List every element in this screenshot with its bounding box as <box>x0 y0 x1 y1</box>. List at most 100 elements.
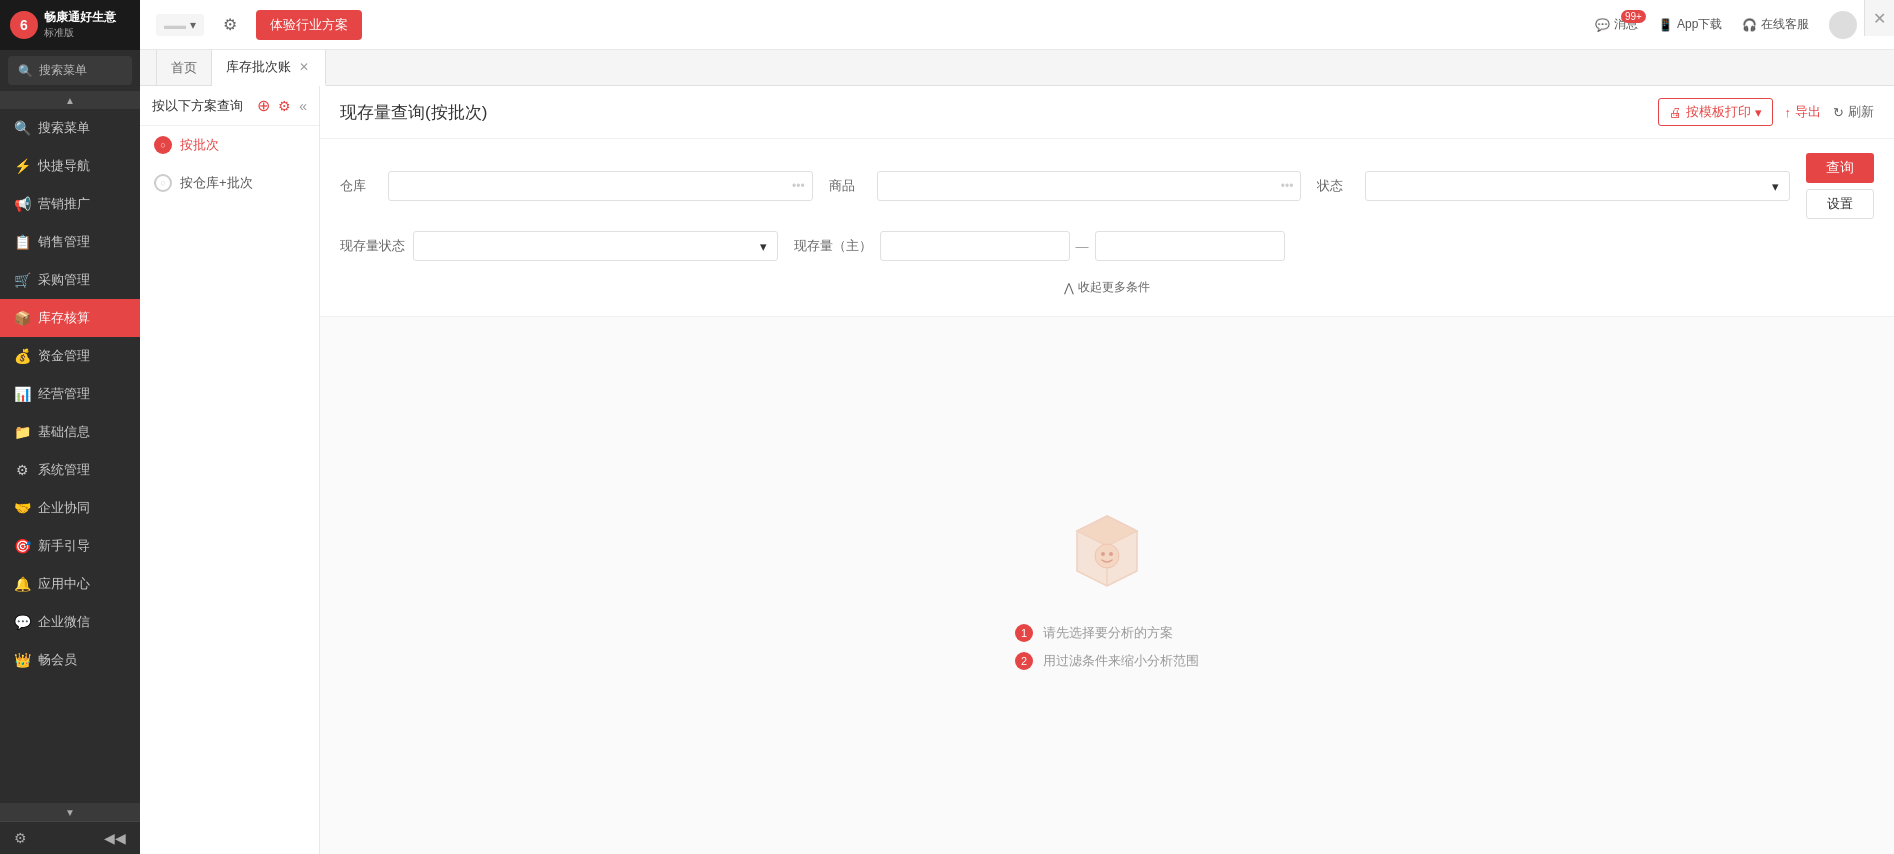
dropdown-placeholder: ▬▬ <box>164 19 186 31</box>
collapse-icon[interactable]: ◀◀ <box>104 830 126 846</box>
tab-库存批次账[interactable]: 库存批次账✕ <box>212 50 326 86</box>
collapse-btn[interactable]: ⋀ 收起更多条件 <box>1064 279 1150 296</box>
nav-label: 资金管理 <box>38 347 90 365</box>
nav-label: 基础信息 <box>38 423 90 441</box>
refresh-label: 刷新 <box>1848 103 1874 121</box>
scroll-up-arrow[interactable]: ▲ <box>0 91 140 109</box>
gear-icon: ⚙ <box>223 15 237 34</box>
stock-quantity-max[interactable] <box>1095 231 1285 261</box>
app-download-label: App下载 <box>1677 16 1722 33</box>
sidebar-item-新手引导[interactable]: 🎯 新手引导 <box>0 527 140 565</box>
step-1-text: 请先选择要分析的方案 <box>1043 624 1173 642</box>
nav-label: 系统管理 <box>38 461 90 479</box>
print-btn[interactable]: 🖨 按模板打印 ▾ <box>1658 98 1773 126</box>
topbar: ▬▬ ▾ ⚙ 体验行业方案 💬 消息 99+ 📱 App下载 🎧 在线客服 <box>140 0 1894 50</box>
step-2-text: 用过滤条件来缩小分析范围 <box>1043 652 1199 670</box>
sidebar-search[interactable]: 🔍 搜索菜单 <box>8 56 132 85</box>
sidebar-item-营销推广[interactable]: 📢 营销推广 <box>0 185 140 223</box>
nav-icon: 💰 <box>14 348 30 364</box>
nav-label: 采购管理 <box>38 271 90 289</box>
sidebar-item-基础信息[interactable]: 📁 基础信息 <box>0 413 140 451</box>
refresh-btn[interactable]: ↻ 刷新 <box>1833 103 1874 121</box>
message-badge: 99+ <box>1621 10 1646 23</box>
left-panel-actions: ⊕ ⚙ « <box>257 96 307 115</box>
settings-icon[interactable]: ⚙ <box>14 830 27 846</box>
sidebar-item-应用中心[interactable]: 🔔 应用中心 <box>0 565 140 603</box>
left-panel-title: 按以下方案查询 <box>152 97 243 115</box>
svg-point-5 <box>1109 552 1113 556</box>
nav-label: 快捷导航 <box>38 157 90 175</box>
chevron-down-icon: ▾ <box>1772 179 1779 194</box>
chevron-down-icon: ▾ <box>190 18 196 32</box>
stock-status-label: 现存量状态 <box>340 237 405 255</box>
nav-icon: 📁 <box>14 424 30 440</box>
product-input[interactable] <box>877 171 1302 201</box>
scroll-down-arrow[interactable]: ▼ <box>0 803 140 821</box>
nav-label: 应用中心 <box>38 575 90 593</box>
phone-icon: 📱 <box>1658 18 1673 32</box>
warehouse-input[interactable] <box>388 171 813 201</box>
sidebar-item-资金管理[interactable]: 💰 资金管理 <box>0 337 140 375</box>
plan-item-按批次[interactable]: ○ 按批次 <box>140 126 319 164</box>
sidebar-item-库存核算[interactable]: 📦 库存核算 <box>0 299 140 337</box>
settings-btn[interactable]: 设置 <box>1806 189 1874 219</box>
sidebar-item-企业微信[interactable]: 💬 企业微信 <box>0 603 140 641</box>
online-service-btn[interactable]: 🎧 在线客服 <box>1742 16 1809 33</box>
page-header-actions: 🖨 按模板打印 ▾ ↑ 导出 ↻ 刷新 <box>1658 98 1875 126</box>
sidebar-item-企业协同[interactable]: 🤝 企业协同 <box>0 489 140 527</box>
page-title: 现存量查询(按批次) <box>340 101 487 124</box>
topbar-dropdown[interactable]: ▬▬ ▾ <box>156 14 204 36</box>
collapse-label: 收起更多条件 <box>1078 279 1150 296</box>
plan-item-按仓库+批次[interactable]: ○ 按仓库+批次 <box>140 164 319 202</box>
query-btn[interactable]: 查询 <box>1806 153 1874 183</box>
sidebar-item-系统管理[interactable]: ⚙ 系统管理 <box>0 451 140 489</box>
product-label: 商品 <box>829 177 869 195</box>
status-select[interactable]: ▾ <box>1365 171 1790 201</box>
sidebar: 6 畅康通好生意 标准版 🔍 搜索菜单 ▲ 🔍 搜索菜单 ⚡ 快捷导航 📢 营销… <box>0 0 140 854</box>
collapse-left-btn[interactable]: « <box>299 98 307 114</box>
avatar <box>1829 11 1857 39</box>
nav-label: 经营管理 <box>38 385 90 403</box>
page-header: 现存量查询(按批次) 🖨 按模板打印 ▾ ↑ 导出 ↻ 刷新 <box>320 86 1894 139</box>
online-service-label: 在线客服 <box>1761 16 1809 33</box>
tab-label: 首页 <box>171 59 197 77</box>
down-icon: ▼ <box>65 807 75 818</box>
empty-state: 1 请先选择要分析的方案 2 用过滤条件来缩小分析范围 <box>320 317 1894 854</box>
stock-quantity-range: — <box>880 231 1285 261</box>
sidebar-item-畅会员[interactable]: 👑 畅会员 <box>0 641 140 679</box>
edit-plan-btn[interactable]: ⚙ <box>278 98 291 114</box>
empty-step-1: 1 请先选择要分析的方案 <box>1015 624 1199 642</box>
stock-status-select[interactable]: ▾ <box>413 231 778 261</box>
trial-btn[interactable]: 体验行业方案 <box>256 10 362 40</box>
tab-close-btn[interactable]: ✕ <box>297 58 311 76</box>
topbar-settings-btn[interactable]: ⚙ <box>216 11 244 39</box>
stock-quantity-min[interactable] <box>880 231 1070 261</box>
export-btn[interactable]: ↑ 导出 <box>1785 103 1822 121</box>
nav-label: 销售管理 <box>38 233 90 251</box>
tabbar: 首页库存批次账✕ ✕ <box>140 50 1894 86</box>
sidebar-item-经营管理[interactable]: 📊 经营管理 <box>0 375 140 413</box>
up-icon: ▲ <box>65 95 75 106</box>
nav-icon: 📋 <box>14 234 30 250</box>
sidebar-item-搜索菜单[interactable]: 🔍 搜索菜单 <box>0 109 140 147</box>
close-panel-btn[interactable]: ✕ <box>1864 0 1894 36</box>
main-content: ▬▬ ▾ ⚙ 体验行业方案 💬 消息 99+ 📱 App下载 🎧 在线客服 <box>140 0 1894 854</box>
sidebar-item-销售管理[interactable]: 📋 销售管理 <box>0 223 140 261</box>
warehouse-dots-icon: ••• <box>792 179 805 193</box>
sidebar-item-采购管理[interactable]: 🛒 采购管理 <box>0 261 140 299</box>
chevron-down-icon: ▾ <box>1755 105 1762 120</box>
sidebar-nav: 🔍 搜索菜单 ⚡ 快捷导航 📢 营销推广 📋 销售管理 🛒 采购管理 📦 库存核… <box>0 109 140 803</box>
add-plan-btn[interactable]: ⊕ <box>257 96 270 115</box>
nav-icon: 🛒 <box>14 272 30 288</box>
nav-label: 营销推广 <box>38 195 90 213</box>
tab-首页[interactable]: 首页 <box>156 50 212 86</box>
app-download-btn[interactable]: 📱 App下载 <box>1658 16 1722 33</box>
stock-status-filter: 现存量状态 ▾ <box>340 231 778 261</box>
nav-icon: 📊 <box>14 386 30 402</box>
nav-icon: 💬 <box>14 614 30 630</box>
filter-row-1: 仓库 ••• 商品 ••• 状态 <box>340 153 1874 219</box>
sidebar-item-快捷导航[interactable]: ⚡ 快捷导航 <box>0 147 140 185</box>
filter-area: 仓库 ••• 商品 ••• 状态 <box>320 139 1894 317</box>
message-btn[interactable]: 💬 消息 99+ <box>1595 16 1638 33</box>
chevron-down-icon: ▾ <box>760 239 767 254</box>
